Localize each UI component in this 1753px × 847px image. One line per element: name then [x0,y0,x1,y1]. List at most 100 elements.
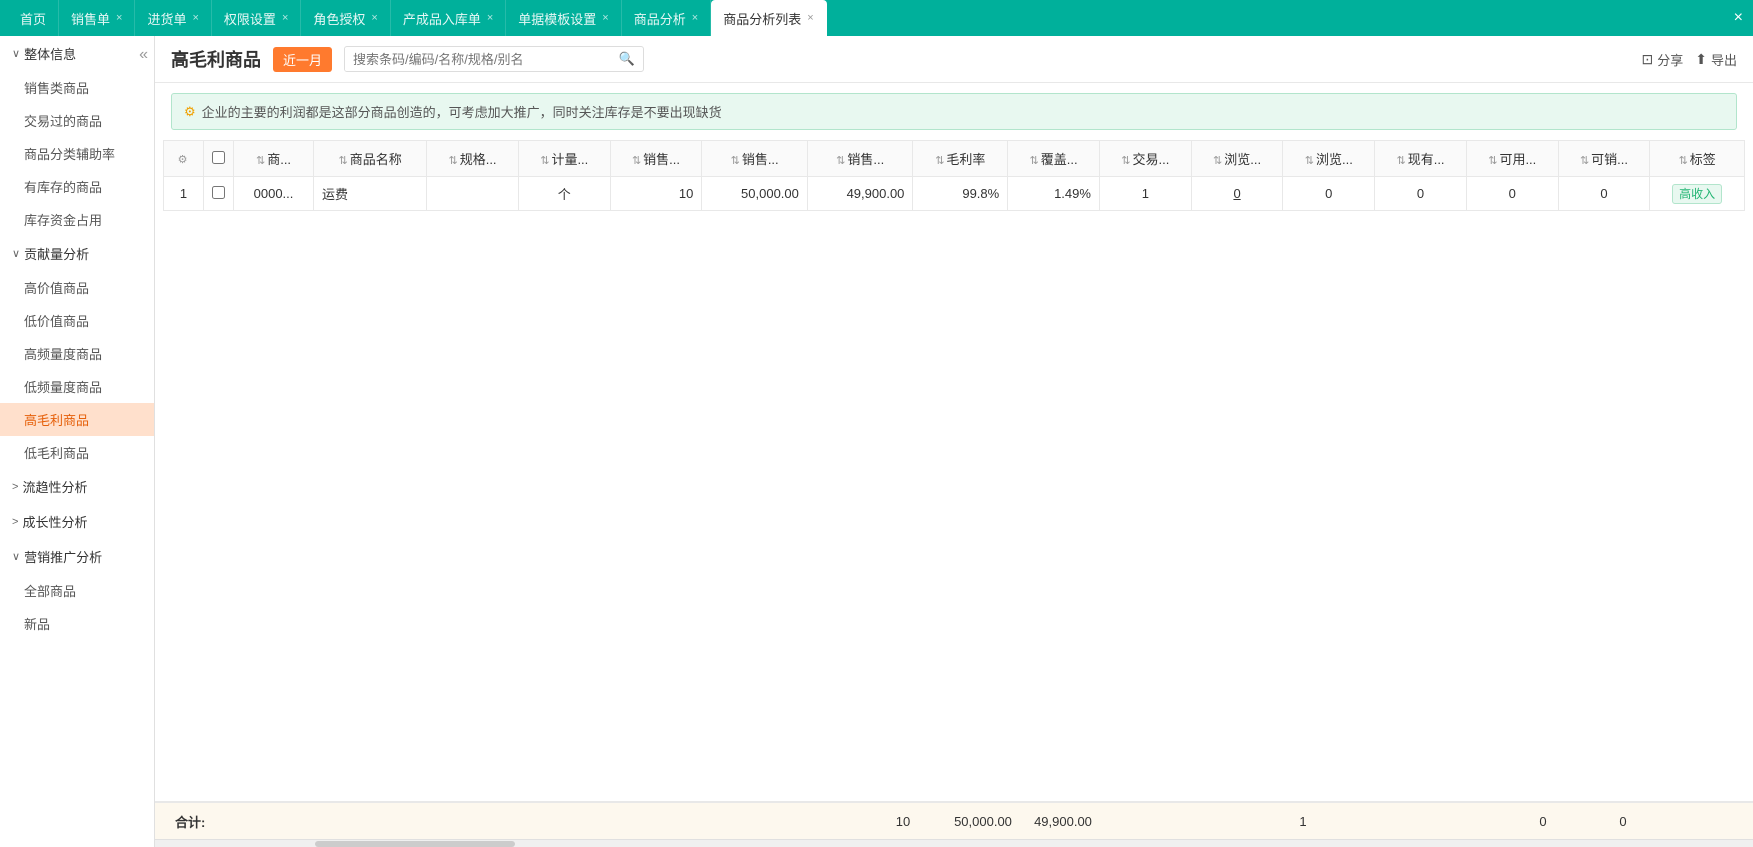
sidebar-item-all-goods[interactable]: 全部商品 [0,574,154,607]
nav-tab-close-permission-settings[interactable]: × [282,12,288,24]
nav-tab-label: 角色授权 [313,9,365,28]
sidebar-group-header-wealth-analysis[interactable]: ∨贡献量分析 [0,236,154,271]
sidebar-group-header-trend-analysis[interactable]: >流趋性分析 [0,469,154,504]
footer-cell [383,814,463,829]
arrow-icon: ∨ [12,550,20,563]
footer-cell: 10 [863,814,943,829]
col-label: 商... [267,152,291,167]
sidebar-item-new-goods[interactable]: 新品 [0,607,154,640]
cell-trade-count: 1 [1099,177,1191,211]
search-icon[interactable]: 🔍 [611,47,643,71]
col-header-coverage[interactable]: ⇅覆盖... [1008,141,1100,177]
sidebar-group-header-marketing-analysis[interactable]: ∨营销推广分析 [0,539,154,574]
table-row: 10000...运费个1050,000.0049,900.0099.8%1.49… [164,177,1745,211]
col-header-sellable[interactable]: ⇅可销... [1558,141,1650,177]
sidebar-group-label: 贡献量分析 [24,244,89,263]
sidebar-group-header-growth-analysis[interactable]: >成长性分析 [0,504,154,539]
footer-total: 合计: 1050,000.0049,900.00100 [155,801,1753,839]
nav-tab-close-product-entry[interactable]: × [487,12,493,24]
col-sort-icon: ⇅ [1580,155,1589,167]
col-header-no[interactable]: ⚙ [164,141,204,177]
col-sort-icon: ⇅ [1121,155,1130,167]
footer-cell [623,814,703,829]
nav-tab-product-analysis-list[interactable]: 商品分析列表 × [711,0,826,36]
sidebar-item-low-freq-goods[interactable]: 低频量度商品 [0,370,154,403]
cell-checkbox[interactable] [204,177,234,211]
nav-tab-product-analysis[interactable]: 商品分析× [622,0,711,36]
sidebar-group-trend-analysis: >流趋性分析 [0,469,154,504]
nav-tab-label: 商品分析列表 [723,9,801,28]
col-header-current-stock[interactable]: ⇅现有... [1375,141,1467,177]
nav-tab-role-auth[interactable]: 角色授权 × [301,0,390,36]
sidebar-item-sales-goods[interactable]: 销售类商品 [0,71,154,104]
sidebar-item-traded-goods[interactable]: 交易过的商品 [0,104,154,137]
cell-no: 1 [164,177,204,211]
col-header-tag[interactable]: ⇅标签 [1650,141,1745,177]
row-checkbox[interactable] [212,186,225,199]
col-header-name[interactable]: ⇅商品名称 [314,141,427,177]
sidebar-group-marketing-analysis: ∨营销推广分析全部商品新品 [0,539,154,640]
col-header-margin-rate[interactable]: ⇅毛利率 [913,141,1008,177]
sidebar: « ∨整体信息销售类商品交易过的商品商品分类辅助率有库存的商品库存资金占用∨贡献… [0,36,155,847]
col-header-code[interactable]: ⇅商... [234,141,314,177]
nav-tab-purchase[interactable]: 进货单× [135,0,211,36]
col-sort-icon: ⇅ [836,155,845,167]
col-label: 浏览... [1224,152,1261,167]
browse-link[interactable]: 0 [1233,186,1240,201]
footer-cell [543,814,623,829]
sidebar-item-high-margin-goods[interactable]: 高毛利商品 [0,403,154,436]
nav-tab-close-product-analysis-list[interactable]: × [807,12,813,24]
bottom-scrollbar[interactable] [155,839,1753,847]
col-header-sales-amount[interactable]: ⇅销售... [702,141,808,177]
cell-unit: 个 [518,177,610,211]
col-header-trade-count[interactable]: ⇅交易... [1099,141,1191,177]
sidebar-item-inventory-goods[interactable]: 有库存的商品 [0,170,154,203]
col-header-sales-qty[interactable]: ⇅销售... [610,141,702,177]
sidebar-group-header-overall-info[interactable]: ∨整体信息 [0,36,154,71]
col-header-browse1[interactable]: ⇅浏览... [1191,141,1283,177]
col-label: 浏览... [1316,152,1353,167]
table-container[interactable]: ⚙⇅商...⇅商品名称⇅规格...⇅计量...⇅销售...⇅销售...⇅销售..… [155,140,1753,801]
col-label: 可用... [1499,152,1536,167]
cell-sales-cost: 49,900.00 [807,177,913,211]
nav-tab-close-sales[interactable]: × [116,12,122,24]
col-header-browse2[interactable]: ⇅浏览... [1283,141,1375,177]
sidebar-item-low-value-goods[interactable]: 低价值商品 [0,304,154,337]
nav-tab-permission-settings[interactable]: 权限设置× [212,0,301,36]
nav-tab-close-role-auth[interactable]: × [371,12,377,24]
search-input[interactable] [345,48,611,71]
sidebar-group-label: 整体信息 [24,44,76,63]
nav-tab-home[interactable]: 首页 [8,0,59,36]
col-header-unit[interactable]: ⇅计量... [518,141,610,177]
sidebar-collapse-button[interactable]: « [139,46,148,64]
sidebar-group-growth-analysis: >成长性分析 [0,504,154,539]
select-all-checkbox[interactable] [212,151,225,164]
col-header-checkbox[interactable] [204,141,234,177]
col-sort-icon: ⇅ [1030,155,1039,167]
sidebar-item-high-value-goods[interactable]: 高价值商品 [0,271,154,304]
nav-tab-sales[interactable]: 销售单× [59,0,135,36]
sidebar-item-high-freq-goods[interactable]: 高频量度商品 [0,337,154,370]
nav-tab-template-settings[interactable]: 单据模板设置× [506,0,621,36]
export-button[interactable]: ⬆ 导出 [1695,50,1737,69]
col-header-available[interactable]: ⇅可用... [1466,141,1558,177]
sidebar-item-inventory-capital[interactable]: 库存资金占用 [0,203,154,236]
scrollbar-thumb[interactable] [315,841,515,847]
nav-tab-close-product-analysis[interactable]: × [692,12,698,24]
col-header-sales-cost[interactable]: ⇅销售... [807,141,913,177]
sidebar-item-low-margin-goods[interactable]: 低毛利商品 [0,436,154,469]
close-all-button[interactable]: × [1734,10,1743,26]
col-header-spec[interactable]: ⇅规格... [427,141,519,177]
col-label: 交易... [1133,152,1170,167]
cell-browse1[interactable]: 0 [1191,177,1283,211]
footer-cell: 50,000.00 [943,814,1023,829]
sidebar-item-goods-analysis-assist[interactable]: 商品分类辅助率 [0,137,154,170]
col-sort-icon: ⇅ [448,155,457,167]
col-sort-icon: ⇅ [935,155,944,167]
cell-sellable: 0 [1558,177,1650,211]
nav-tab-product-entry[interactable]: 产成品入库单× [391,0,506,36]
share-button[interactable]: ⊡ 分享 [1642,50,1684,69]
filter-period-button[interactable]: 近一月 [273,47,332,72]
nav-tab-close-purchase[interactable]: × [192,12,198,24]
nav-tab-close-template-settings[interactable]: × [602,12,608,24]
